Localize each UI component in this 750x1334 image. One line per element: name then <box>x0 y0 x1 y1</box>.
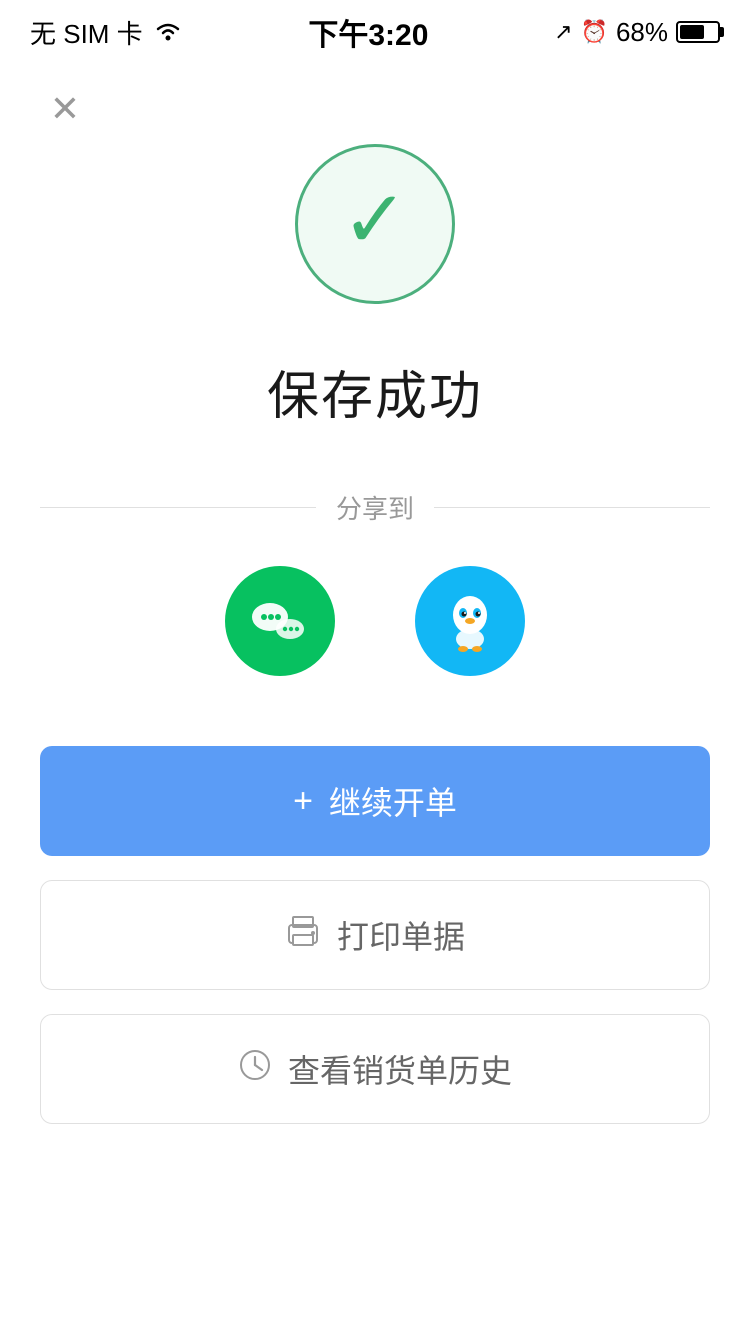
printer-icon <box>285 915 321 955</box>
continue-label: 继续开单 <box>329 778 457 824</box>
share-wechat-button[interactable] <box>225 566 335 676</box>
share-label: 分享到 <box>336 489 414 526</box>
history-label: 查看销货单历史 <box>288 1046 512 1092</box>
share-qq-button[interactable] <box>415 566 525 676</box>
success-title: 保存成功 <box>267 354 483 429</box>
battery-percent: 68% <box>616 17 668 48</box>
checkmark-icon: ✓ <box>341 180 408 260</box>
location-icon: ↗ <box>554 19 572 45</box>
history-button[interactable]: 查看销货单历史 <box>40 1014 710 1124</box>
battery-icon <box>676 21 720 43</box>
print-label: 打印单据 <box>337 912 465 958</box>
close-button[interactable]: ✕ <box>40 84 90 134</box>
no-sim-label: 无 SIM 卡 <box>30 14 143 51</box>
wechat-icon <box>248 591 312 651</box>
divider-line-right <box>434 507 710 508</box>
divider-line-left <box>40 507 316 508</box>
plus-icon: + <box>293 782 313 821</box>
main-content: ✕ ✓ 保存成功 分享到 <box>0 64 750 1164</box>
continue-button[interactable]: + 继续开单 <box>40 746 710 856</box>
status-bar: 无 SIM 卡 下午3:20 ↗ ⏰ 68% <box>0 0 750 64</box>
status-left: 无 SIM 卡 <box>30 14 183 51</box>
share-buttons <box>225 566 525 676</box>
success-circle: ✓ <box>295 144 455 304</box>
share-divider: 分享到 <box>40 489 710 526</box>
wifi-icon <box>153 17 183 48</box>
qq-icon <box>441 589 499 653</box>
clock-icon <box>238 1048 272 1090</box>
action-buttons: + 继续开单 打印单据 <box>40 746 710 1124</box>
print-button[interactable]: 打印单据 <box>40 880 710 990</box>
close-icon: ✕ <box>50 91 80 127</box>
status-time: 下午3:20 <box>308 10 428 54</box>
status-right: ↗ ⏰ 68% <box>554 17 720 48</box>
alarm-icon: ⏰ <box>581 19 608 45</box>
